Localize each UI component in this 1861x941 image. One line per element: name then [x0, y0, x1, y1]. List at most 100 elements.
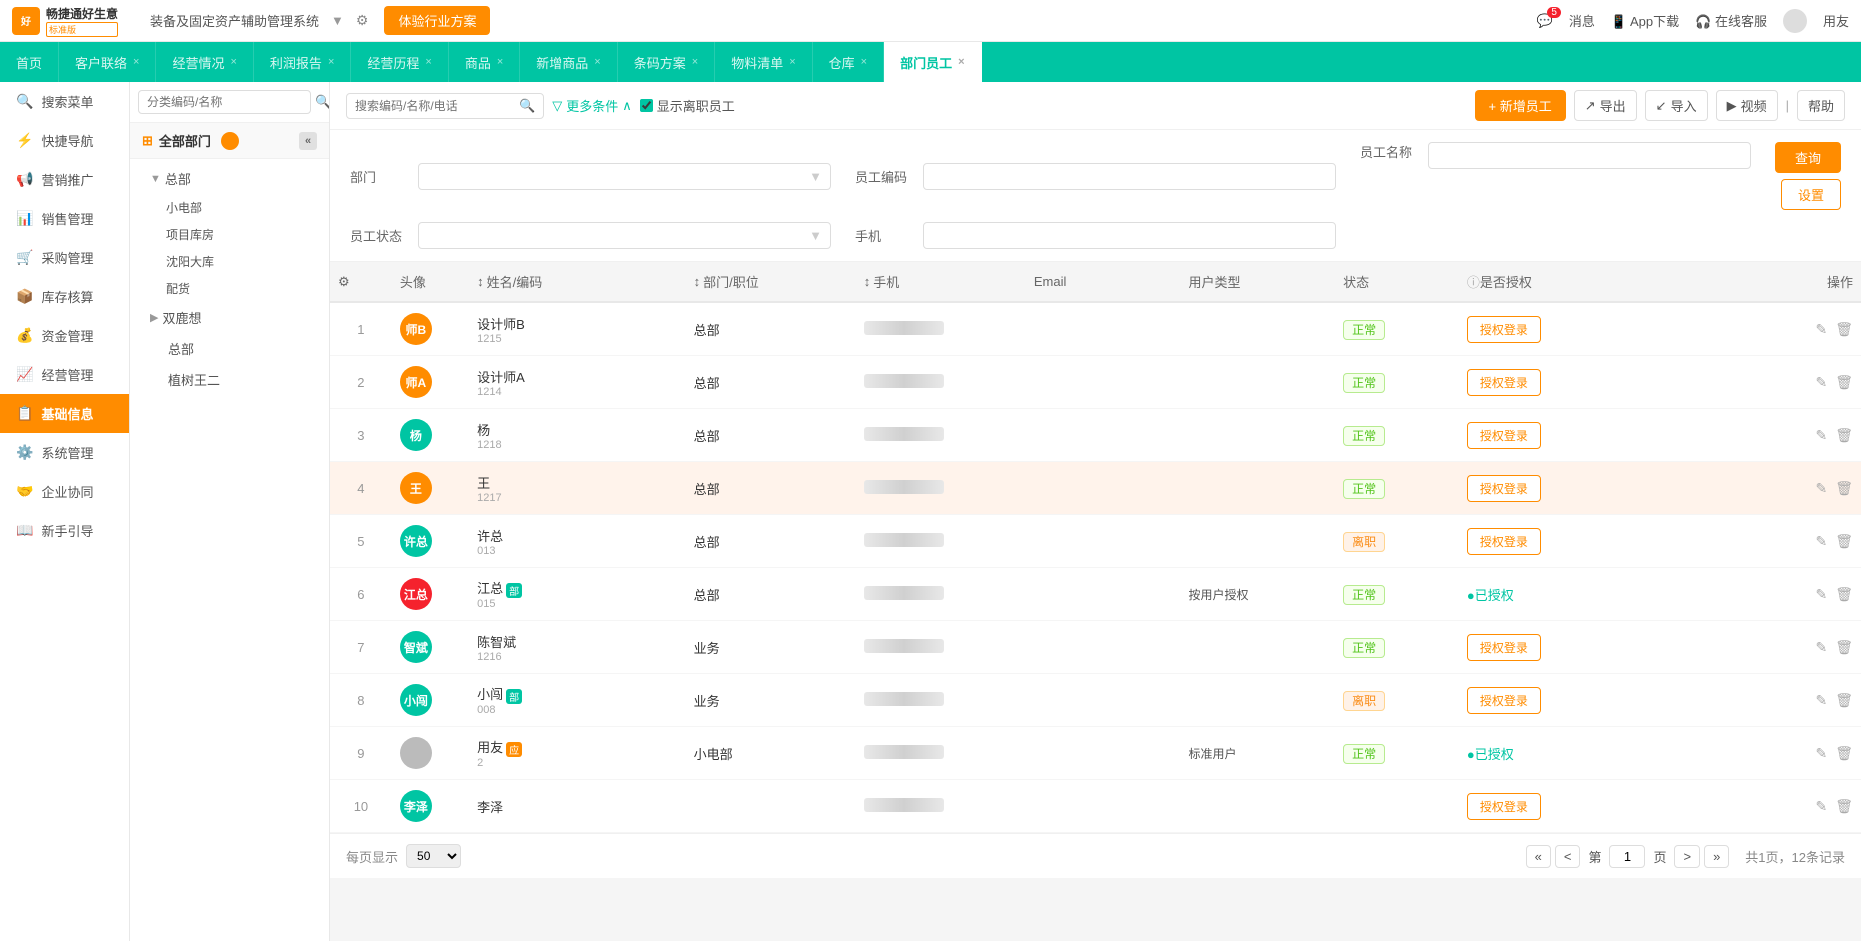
- search-icon[interactable]: 🔍: [519, 98, 535, 114]
- close-icon[interactable]: ×: [230, 56, 236, 68]
- dept-subnode-shenyang[interactable]: 沈阳大库: [130, 248, 329, 275]
- tab-warehouse[interactable]: 仓库 ×: [813, 42, 884, 82]
- sidebar-item-collab[interactable]: 🤝 企业协同: [0, 472, 129, 511]
- sidebar-item-search[interactable]: 🔍 搜索菜单: [0, 82, 129, 121]
- tab-employees[interactable]: 部门员工 ×: [884, 42, 981, 82]
- tab-operation[interactable]: 经营情况 ×: [156, 42, 253, 82]
- delete-icon[interactable]: 🗑: [1835, 745, 1853, 762]
- sidebar-item-purchase[interactable]: 🛒 采购管理: [0, 238, 129, 277]
- edit-icon[interactable]: ✎: [1815, 798, 1827, 815]
- delete-icon[interactable]: 🗑: [1835, 321, 1853, 338]
- sidebar-item-system[interactable]: ⚙️ 系统管理: [0, 433, 129, 472]
- view-button[interactable]: ▶ 视频: [1716, 90, 1778, 121]
- sidebar-item-guide[interactable]: 📖 新手引导: [0, 511, 129, 550]
- query-button[interactable]: 查询: [1775, 142, 1841, 173]
- delete-icon[interactable]: 🗑: [1835, 692, 1853, 709]
- page-input[interactable]: [1609, 845, 1645, 868]
- edit-icon[interactable]: ✎: [1815, 692, 1827, 709]
- sidebar-item-sales[interactable]: 📊 销售管理: [0, 199, 129, 238]
- tab-customer[interactable]: 客户联络 ×: [59, 42, 156, 82]
- close-icon[interactable]: ×: [861, 56, 867, 68]
- filter-btn[interactable]: ▽ 更多条件 ∧: [552, 96, 632, 115]
- tab-home[interactable]: 首页: [0, 42, 59, 82]
- delete-icon[interactable]: 🗑: [1835, 798, 1853, 815]
- dept-select[interactable]: ▼: [418, 163, 831, 190]
- sort-name[interactable]: ↕姓名/编码: [477, 272, 678, 291]
- gear-button[interactable]: ⚙: [356, 12, 369, 29]
- sidebar-item-quick[interactable]: ⚡ 快捷导航: [0, 121, 129, 160]
- th-phone[interactable]: ↕手机: [856, 262, 1026, 302]
- delete-icon[interactable]: 🗑: [1835, 533, 1853, 550]
- tab-add-goods[interactable]: 新增商品 ×: [520, 42, 617, 82]
- emp-status-select[interactable]: ▼: [418, 222, 831, 249]
- per-page-select[interactable]: 50 100: [406, 844, 461, 868]
- close-icon[interactable]: ×: [789, 56, 795, 68]
- user-avatar[interactable]: [1783, 9, 1807, 33]
- show-retired-input[interactable]: [640, 99, 653, 112]
- auth-login-button[interactable]: 授权登录: [1467, 687, 1541, 714]
- edit-icon[interactable]: ✎: [1815, 374, 1827, 391]
- auth-login-button[interactable]: 授权登录: [1467, 369, 1541, 396]
- delete-icon[interactable]: 🗑: [1835, 427, 1853, 444]
- auth-login-button[interactable]: 授权登录: [1467, 634, 1541, 661]
- auth-login-button[interactable]: 授权登录: [1467, 528, 1541, 555]
- tab-profit[interactable]: 利润报告 ×: [254, 42, 351, 82]
- delete-icon[interactable]: 🗑: [1835, 374, 1853, 391]
- sys-dropdown-icon[interactable]: ▼: [331, 13, 344, 28]
- close-icon[interactable]: ×: [133, 56, 139, 68]
- th-name[interactable]: ↕姓名/编码: [469, 262, 686, 302]
- emp-name-input[interactable]: [1428, 142, 1751, 169]
- prev-page-btn[interactable]: <: [1555, 845, 1581, 868]
- tab-goods[interactable]: 商品 ×: [449, 42, 520, 82]
- online-service-link[interactable]: 🎧 在线客服: [1695, 11, 1767, 30]
- th-dept[interactable]: ↕部门/职位: [686, 262, 856, 302]
- tab-bom[interactable]: 物料清单 ×: [715, 42, 812, 82]
- close-icon[interactable]: ×: [497, 56, 503, 68]
- edit-icon[interactable]: ✎: [1815, 586, 1827, 603]
- sidebar-item-inventory[interactable]: 📦 库存核算: [0, 277, 129, 316]
- edit-icon[interactable]: ✎: [1815, 533, 1827, 550]
- auth-login-button[interactable]: 授权登录: [1467, 422, 1541, 449]
- auth-login-button[interactable]: 授权登录: [1467, 793, 1541, 820]
- dept-subnode-xiaodibu[interactable]: 小电部: [130, 194, 329, 221]
- auth-login-button[interactable]: 授权登录: [1467, 316, 1541, 343]
- import-button[interactable]: ↙ 导入: [1645, 90, 1708, 121]
- add-employee-button[interactable]: + 新增员工: [1475, 90, 1566, 121]
- search-input[interactable]: [355, 99, 515, 113]
- dept-node-zongbu2[interactable]: 总部: [130, 333, 329, 364]
- dept-edit-icon[interactable]: [221, 132, 239, 150]
- trial-button[interactable]: 体验行业方案: [384, 6, 490, 35]
- dept-search-input[interactable]: [138, 90, 311, 114]
- notification-icon[interactable]: 💬 5: [1537, 13, 1553, 29]
- edit-icon[interactable]: ✎: [1815, 321, 1827, 338]
- app-download-link[interactable]: 📱 App下载: [1611, 11, 1679, 30]
- next-page-btn[interactable]: >: [1674, 845, 1700, 868]
- dept-collapse-btn[interactable]: «: [299, 132, 317, 150]
- phone-input[interactable]: [923, 222, 1336, 249]
- show-retired-checkbox[interactable]: 显示离职员工: [640, 96, 735, 115]
- close-icon[interactable]: ×: [958, 56, 964, 68]
- dept-search-icon[interactable]: 🔍: [315, 94, 330, 110]
- delete-icon[interactable]: 🗑: [1835, 586, 1853, 603]
- edit-icon[interactable]: ✎: [1815, 639, 1827, 656]
- dept-node-zongbu[interactable]: ▼ 总部: [130, 163, 329, 194]
- sort-phone[interactable]: ↕手机: [864, 272, 1018, 291]
- export-button[interactable]: ↗ 导出: [1574, 90, 1637, 121]
- sidebar-item-finance[interactable]: 💰 资金管理: [0, 316, 129, 355]
- dept-subnode-peihuo[interactable]: 配货: [130, 275, 329, 302]
- edit-icon[interactable]: ✎: [1815, 745, 1827, 762]
- edit-icon[interactable]: ✎: [1815, 480, 1827, 497]
- close-icon[interactable]: ×: [425, 56, 431, 68]
- sort-dept[interactable]: ↕部门/职位: [694, 272, 848, 291]
- auth-login-button[interactable]: 授权登录: [1467, 475, 1541, 502]
- sidebar-item-basic[interactable]: 📋 基础信息: [0, 394, 129, 433]
- edit-icon[interactable]: ✎: [1815, 427, 1827, 444]
- close-icon[interactable]: ×: [594, 56, 600, 68]
- dept-node-zhishu[interactable]: 植树王二: [130, 364, 329, 395]
- dept-subnode-xiangmu[interactable]: 项目库房: [130, 221, 329, 248]
- dept-node-shuanglu[interactable]: ▶ 双鹿想: [130, 302, 329, 333]
- help-button[interactable]: 帮助: [1797, 90, 1845, 121]
- sidebar-item-biz[interactable]: 📈 经营管理: [0, 355, 129, 394]
- sidebar-item-marketing[interactable]: 📢 营销推广: [0, 160, 129, 199]
- emp-code-input[interactable]: [923, 163, 1336, 190]
